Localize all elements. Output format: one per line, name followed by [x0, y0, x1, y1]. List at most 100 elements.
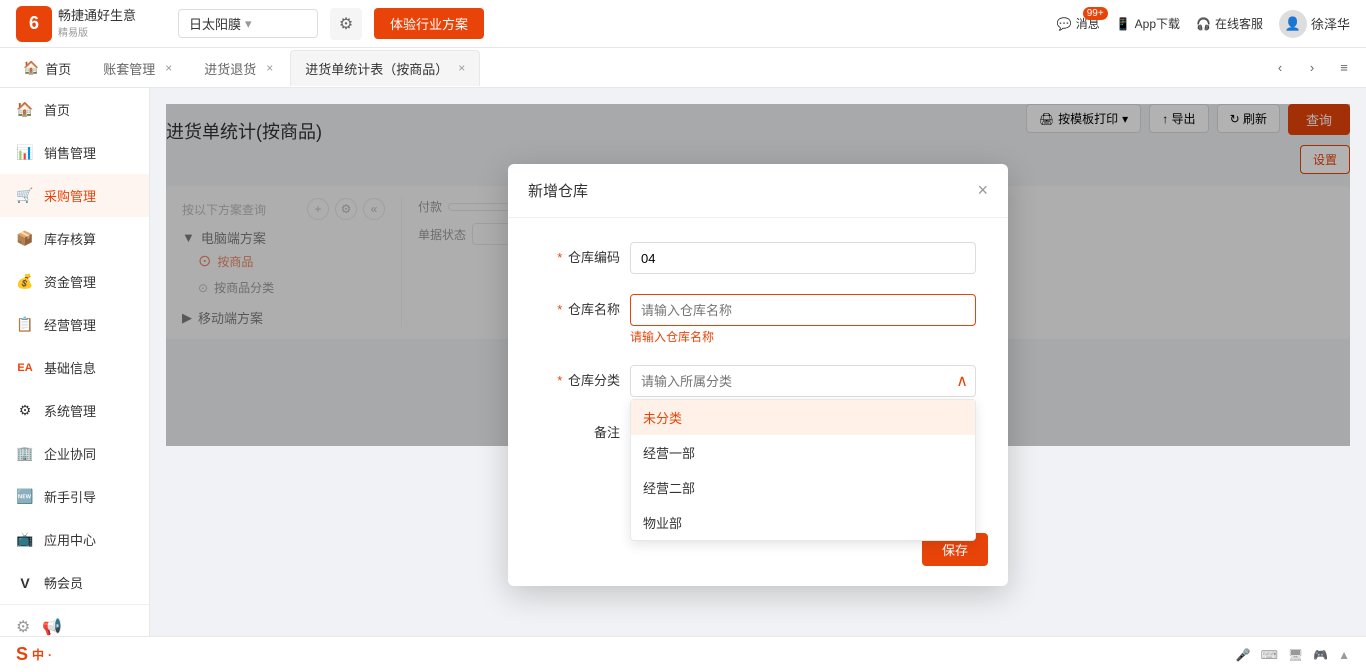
- tab-bar: 🏠 首页 账套管理 × 进货退货 × 进货单统计表（按商品） × ‹ › ≡: [0, 48, 1366, 88]
- tab-prev-button[interactable]: ‹: [1266, 54, 1294, 82]
- category-dropdown-menu: 未分类 经营一部 经营二部 物业部: [630, 399, 976, 541]
- modal-overlay: 新增仓库 × * 仓库编码: [166, 104, 1350, 446]
- sidebar-item-operations[interactable]: 📋 经营管理: [0, 303, 149, 346]
- logo-area: 6 畅捷通好生意 精易版: [16, 6, 166, 42]
- status-dot-icon: ·: [48, 648, 52, 662]
- sidebar-enterprise-label: 企业协同: [44, 444, 96, 463]
- content-inner: 进货单统计(按商品) 🖨 按模板打印 ▾ ↑ 导出 ↻ 刷新: [166, 104, 1350, 446]
- tab-next-button[interactable]: ›: [1298, 54, 1326, 82]
- expand-icon[interactable]: ▲: [1338, 648, 1350, 662]
- warehouse-category-input[interactable]: [630, 365, 976, 397]
- sidebar-item-vip[interactable]: V 畅会员: [0, 561, 149, 604]
- warehouse-code-input[interactable]: [630, 242, 976, 274]
- sidebar-item-guide[interactable]: 🆕 新手引导: [0, 475, 149, 518]
- message-icon: 💬: [1057, 17, 1072, 31]
- vip-sidebar-icon: V: [16, 574, 34, 592]
- sidebar-basic-label: 基础信息: [44, 358, 96, 377]
- sales-sidebar-icon: 📊: [16, 144, 34, 162]
- guide-sidebar-icon: 🆕: [16, 488, 34, 506]
- dropdown-item-uncategorized[interactable]: 未分类: [631, 400, 975, 435]
- tab-accounts-label: 账套管理: [103, 59, 155, 78]
- dropdown-item-ops1[interactable]: 经营一部: [631, 435, 975, 470]
- tab-menu-button[interactable]: ≡: [1330, 54, 1358, 82]
- sidebar-vip-label: 畅会员: [44, 573, 83, 592]
- monitor-icon[interactable]: 🖥: [1288, 648, 1303, 662]
- modal-close-button[interactable]: ×: [977, 180, 988, 201]
- gamepad-icon[interactable]: 🎮: [1313, 648, 1328, 662]
- trial-button[interactable]: 体验行业方案: [374, 8, 484, 39]
- tab-home-label: 首页: [45, 59, 71, 78]
- dropdown-item-ops2[interactable]: 经营二部: [631, 470, 975, 505]
- app-name: 畅捷通好生意: [58, 8, 136, 25]
- tab-purchase-stats-label: 进货单统计表（按商品）: [305, 59, 448, 78]
- warehouse-category-dropdown: ∧ 未分类 经营一部 经营二部 物业部: [630, 365, 976, 397]
- tab-accounts-close[interactable]: ×: [165, 61, 172, 75]
- dropdown-item-property[interactable]: 物业部: [631, 505, 975, 540]
- online-service-label: 在线客服: [1215, 15, 1263, 32]
- add-warehouse-modal: 新增仓库 × * 仓库编码: [508, 164, 1008, 586]
- logo-icon: 6: [16, 6, 52, 42]
- warehouse-name-error: 请输入仓库名称: [630, 330, 714, 344]
- tab-purchase-stats[interactable]: 进货单统计表（按商品） ×: [290, 50, 480, 86]
- headset-icon: 🎧: [1196, 17, 1211, 31]
- mic-icon[interactable]: 🎤: [1236, 648, 1251, 662]
- sidebar-item-home[interactable]: 🏠 首页: [0, 88, 149, 131]
- content-area: 进货单统计(按商品) 🖨 按模板打印 ▾ ↑ 导出 ↻ 刷新: [150, 88, 1366, 636]
- messages-badge: 99+: [1083, 7, 1108, 20]
- main-layout: 🏠 首页 📊 销售管理 🛒 采购管理 📦 库存核算 💰 资金管理 📋 经营管理 …: [0, 88, 1366, 636]
- app-download-label: App下载: [1135, 15, 1180, 32]
- status-bar: S 中 · 🎤 ⌨ 🖥 🎮 ▲: [0, 636, 1366, 672]
- tab-purchase-stats-close[interactable]: ×: [458, 61, 465, 75]
- sidebar-speaker-icon[interactable]: 📢: [42, 617, 62, 636]
- top-bar: 6 畅捷通好生意 精易版 日太阳膜 ▾ ⚙ 体验行业方案 💬 消息 99+ 📱 …: [0, 0, 1366, 48]
- user-avatar-area[interactable]: 👤 徐泽华: [1279, 10, 1350, 38]
- tab-purchase-return[interactable]: 进货退货 ×: [189, 50, 288, 86]
- tab-accounts[interactable]: 账套管理 ×: [88, 50, 187, 86]
- sidebar-settings-icon[interactable]: ⚙: [16, 617, 30, 636]
- sidebar-item-finance[interactable]: 💰 资金管理: [0, 260, 149, 303]
- system-sidebar-icon: ⚙: [16, 402, 34, 420]
- warehouse-category-label: * 仓库分类: [540, 365, 630, 397]
- operations-sidebar-icon: 📋: [16, 316, 34, 334]
- app-download-item[interactable]: 📱 App下载: [1116, 15, 1180, 32]
- modal-body: * 仓库编码 * 仓库名称: [508, 218, 1008, 521]
- warehouse-category-row: * 仓库分类 ∧ 未分类 经营一部 经营二部: [540, 365, 976, 397]
- note-label: 备注: [540, 417, 630, 449]
- keyboard-icon[interactable]: ⌨: [1261, 648, 1278, 662]
- stock-sidebar-icon: 📦: [16, 230, 34, 248]
- basic-sidebar-icon: EA: [16, 359, 34, 377]
- online-service-item[interactable]: 🎧 在线客服: [1196, 15, 1263, 32]
- sidebar-item-enterprise[interactable]: 🏢 企业协同: [0, 432, 149, 475]
- status-cn-label: 中: [32, 646, 44, 663]
- warehouse-code-label: * 仓库编码: [540, 242, 630, 274]
- username-label: 徐泽华: [1311, 14, 1350, 33]
- purchase-sidebar-icon: 🛒: [16, 187, 34, 205]
- modal-title: 新增仓库: [528, 180, 588, 201]
- sidebar-item-sales[interactable]: 📊 销售管理: [0, 131, 149, 174]
- sidebar-item-basic[interactable]: EA 基础信息: [0, 346, 149, 389]
- status-s-icon: S: [16, 644, 28, 665]
- sidebar-item-system[interactable]: ⚙ 系统管理: [0, 389, 149, 432]
- phone-icon: 📱: [1116, 17, 1131, 31]
- sidebar-guide-label: 新手引导: [44, 487, 96, 506]
- tab-home[interactable]: 🏠 首页: [8, 50, 86, 86]
- status-logo: S 中 ·: [16, 644, 52, 665]
- gear-button[interactable]: ⚙: [330, 8, 362, 40]
- app-edition: 精易版: [58, 24, 136, 39]
- sidebar-stock-label: 库存核算: [44, 229, 96, 248]
- avatar-icon: 👤: [1279, 10, 1307, 38]
- sidebar-item-purchase[interactable]: 🛒 采购管理: [0, 174, 149, 217]
- sidebar-item-app-center[interactable]: 📺 应用中心: [0, 518, 149, 561]
- finance-sidebar-icon: 💰: [16, 273, 34, 291]
- app-selector[interactable]: 日太阳膜 ▾: [178, 9, 318, 38]
- sidebar-bottom: ⚙ 📢: [0, 604, 149, 636]
- messages-item[interactable]: 💬 消息 99+: [1057, 15, 1100, 32]
- sidebar-item-stock[interactable]: 📦 库存核算: [0, 217, 149, 260]
- sidebar: 🏠 首页 📊 销售管理 🛒 采购管理 📦 库存核算 💰 资金管理 📋 经营管理 …: [0, 88, 150, 636]
- tab-actions: ‹ › ≡: [1266, 54, 1358, 82]
- warehouse-name-input[interactable]: [630, 294, 976, 326]
- tab-purchase-return-close[interactable]: ×: [266, 61, 273, 75]
- sidebar-app-center-label: 应用中心: [44, 530, 96, 549]
- warehouse-name-label: * 仓库名称: [540, 294, 630, 326]
- person-icon: 👤: [1285, 16, 1301, 32]
